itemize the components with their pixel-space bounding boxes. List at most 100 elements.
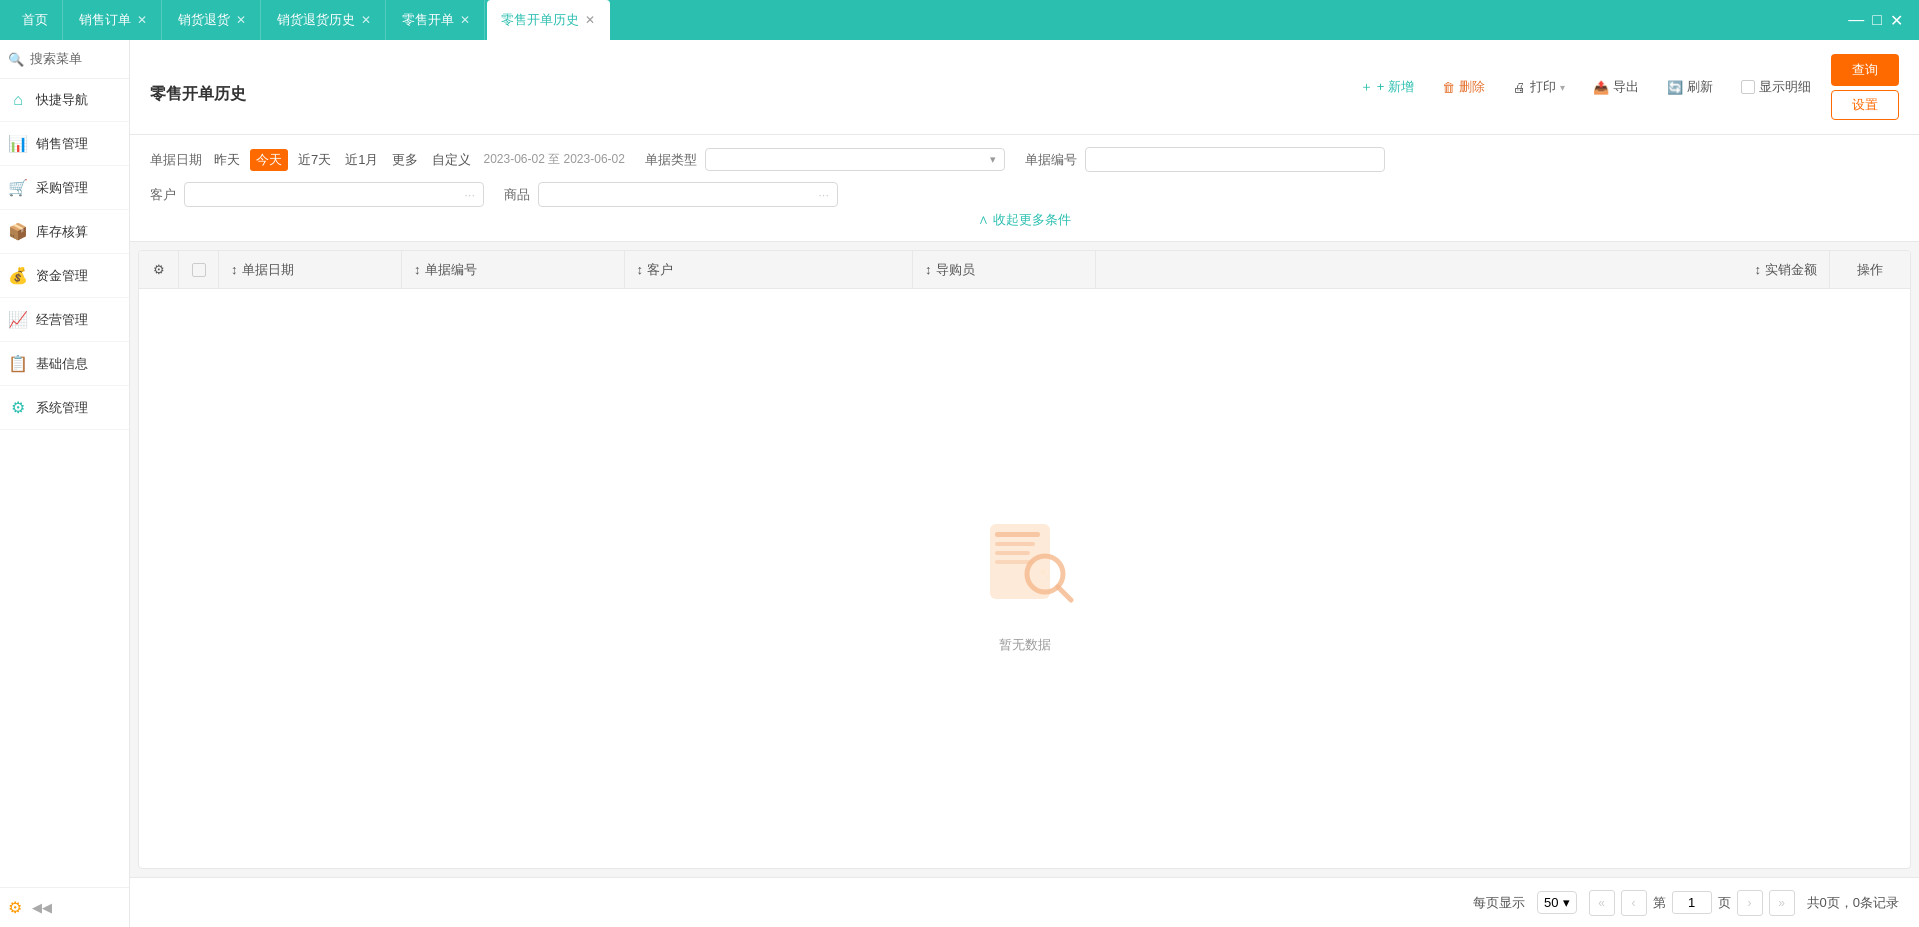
th-amount[interactable]: ↕ 实销金额	[1647, 251, 1830, 288]
tab-retail-history-close[interactable]: ✕	[585, 13, 595, 27]
th-guide[interactable]: ↕ 导购员	[913, 251, 1096, 288]
tab-return-history[interactable]: 销货退货历史 ✕	[263, 0, 386, 40]
date-custom-btn[interactable]: 自定义	[428, 149, 475, 171]
sidebar-bottom: ⚙ ◀◀	[0, 887, 129, 927]
operations-icon: 📈	[8, 310, 28, 329]
sidebar-item-finance[interactable]: 💰 资金管理	[0, 254, 129, 298]
date-shortcuts: 昨天 今天 近7天 近1月 更多 自定义	[210, 149, 475, 171]
th-date[interactable]: ↕ 单据日期	[219, 251, 402, 288]
date-yesterday-btn[interactable]: 昨天	[210, 149, 244, 171]
sidebar-item-basic-info[interactable]: 📋 基础信息	[0, 342, 129, 386]
tab-retail[interactable]: 零售开单 ✕	[388, 0, 485, 40]
empty-text: 暂无数据	[999, 636, 1051, 654]
sidebar-collapse-icon[interactable]: ◀◀	[32, 900, 52, 915]
basic-info-icon: 📋	[8, 354, 28, 373]
sidebar-item-quick-nav-label: 快捷导航	[36, 91, 88, 109]
maximize-btn[interactable]: □	[1872, 11, 1882, 29]
tab-return-label: 销货退货	[178, 11, 230, 29]
delete-label: 删除	[1459, 78, 1485, 96]
th-guide-sort: ↕	[925, 262, 932, 277]
export-icon: 📤	[1593, 80, 1609, 95]
sidebar-search[interactable]: 🔍 搜索菜单	[0, 40, 129, 79]
filter-row-2: 客户 ··· 商品 ···	[150, 182, 1899, 207]
collapse-button[interactable]: ∧ 收起更多条件	[978, 211, 1071, 229]
tab-return-close[interactable]: ✕	[236, 13, 246, 27]
svg-point-7	[1040, 569, 1046, 575]
page-number-input[interactable]	[1672, 891, 1712, 914]
tab-retail-history-label: 零售开单历史	[501, 11, 579, 29]
svg-line-6	[1058, 587, 1071, 600]
delete-button[interactable]: 🗑 删除	[1434, 74, 1493, 100]
tab-return-history-close[interactable]: ✕	[361, 13, 371, 27]
tab-retail-close[interactable]: ✕	[460, 13, 470, 27]
select-all-checkbox[interactable]	[192, 263, 206, 277]
tab-retail-history[interactable]: 零售开单历史 ✕	[487, 0, 610, 40]
page-header: 零售开单历史 ＋ + 新增 🗑 删除 🖨 打印 ▾ 📤 导出	[130, 40, 1919, 135]
date-7days-btn[interactable]: 近7天	[294, 149, 335, 171]
th-operation: 操作	[1830, 251, 1910, 288]
display-detail-button[interactable]: 显示明细	[1733, 74, 1819, 100]
number-input[interactable]	[1085, 147, 1385, 172]
tab-retail-label: 零售开单	[402, 11, 454, 29]
next-page-btn[interactable]: ›	[1737, 890, 1763, 916]
sidebar-item-purchase[interactable]: 🛒 采购管理	[0, 166, 129, 210]
sidebar-item-quick-nav[interactable]: ⌂ 快捷导航	[0, 79, 129, 122]
number-filter-label: 单据编号	[1025, 151, 1077, 169]
sidebar-item-system[interactable]: ⚙ 系统管理	[0, 386, 129, 430]
print-dropdown-icon: ▾	[1560, 82, 1565, 93]
window-close-btn[interactable]: ✕	[1890, 11, 1903, 30]
th-date-label: ↕	[231, 262, 238, 277]
page-size-select[interactable]: 50 ▾	[1537, 891, 1576, 914]
filter-type: 单据类型 ▾	[645, 148, 1005, 171]
add-button[interactable]: ＋ + 新增	[1352, 74, 1422, 100]
th-customer-sort: ↕	[637, 262, 644, 277]
tab-sales-order[interactable]: 销售订单 ✕	[65, 0, 162, 40]
refresh-button[interactable]: 🔄 刷新	[1659, 74, 1721, 100]
date-more-btn[interactable]: 更多	[388, 149, 422, 171]
last-page-btn[interactable]: »	[1769, 890, 1795, 916]
add-label: + 新增	[1377, 78, 1414, 96]
tab-return-history-label: 销货退货历史	[277, 11, 355, 29]
prev-page-btn[interactable]: ‹	[1621, 890, 1647, 916]
th-customer[interactable]: ↕ 客户	[625, 251, 913, 288]
type-select[interactable]: ▾	[705, 148, 1005, 171]
th-settings[interactable]: ⚙	[139, 251, 179, 288]
sidebar-item-inventory[interactable]: 📦 库存核算	[0, 210, 129, 254]
sidebar-item-inventory-label: 库存核算	[36, 223, 88, 241]
delete-icon: 🗑	[1442, 80, 1455, 95]
customer-input[interactable]: ···	[184, 182, 484, 207]
th-checkbox[interactable]	[179, 251, 219, 288]
top-bar: 首页 销售订单 ✕ 销货退货 ✕ 销货退货历史 ✕ 零售开单 ✕ 零售开单历史 …	[0, 0, 1919, 40]
tab-home[interactable]: 首页	[8, 0, 63, 40]
window-controls: — □ ✕	[1848, 11, 1911, 30]
th-number-sort: ↕	[414, 262, 421, 277]
settings-gear-icon[interactable]: ⚙	[8, 898, 22, 917]
refresh-label: 刷新	[1687, 78, 1713, 96]
system-icon: ⚙	[8, 398, 28, 417]
sidebar-search-label: 搜索菜单	[30, 50, 82, 68]
date-1month-btn[interactable]: 近1月	[341, 149, 382, 171]
tab-sales-order-label: 销售订单	[79, 11, 131, 29]
page-nav: « ‹ 第 页 › »	[1589, 890, 1795, 916]
total-info: 共0页，0条记录	[1807, 894, 1899, 912]
th-spacer	[1096, 251, 1647, 288]
goods-input[interactable]: ···	[538, 182, 838, 207]
tab-sales-order-close[interactable]: ✕	[137, 13, 147, 27]
date-today-btn[interactable]: 今天	[250, 149, 288, 171]
date-range-display: 2023-06-02 至 2023-06-02	[483, 151, 624, 168]
sidebar-item-basic-info-label: 基础信息	[36, 355, 88, 373]
finance-icon: 💰	[8, 266, 28, 285]
print-button[interactable]: 🖨 打印 ▾	[1505, 74, 1573, 100]
export-button[interactable]: 📤 导出	[1585, 74, 1647, 100]
first-page-btn[interactable]: «	[1589, 890, 1615, 916]
query-button[interactable]: 查询	[1831, 54, 1899, 86]
set-button[interactable]: 设置	[1831, 90, 1899, 120]
th-number[interactable]: ↕ 单据编号	[402, 251, 625, 288]
svg-rect-1	[995, 532, 1040, 537]
sidebar-item-operations[interactable]: 📈 经营管理	[0, 298, 129, 342]
sidebar-item-sales[interactable]: 📊 销售管理	[0, 122, 129, 166]
filter-area: 单据日期 昨天 今天 近7天 近1月 更多 自定义 2023-06-02 至 2…	[130, 135, 1919, 242]
page-size-value: 50	[1544, 895, 1558, 910]
minimize-btn[interactable]: —	[1848, 11, 1864, 29]
tab-return[interactable]: 销货退货 ✕	[164, 0, 261, 40]
